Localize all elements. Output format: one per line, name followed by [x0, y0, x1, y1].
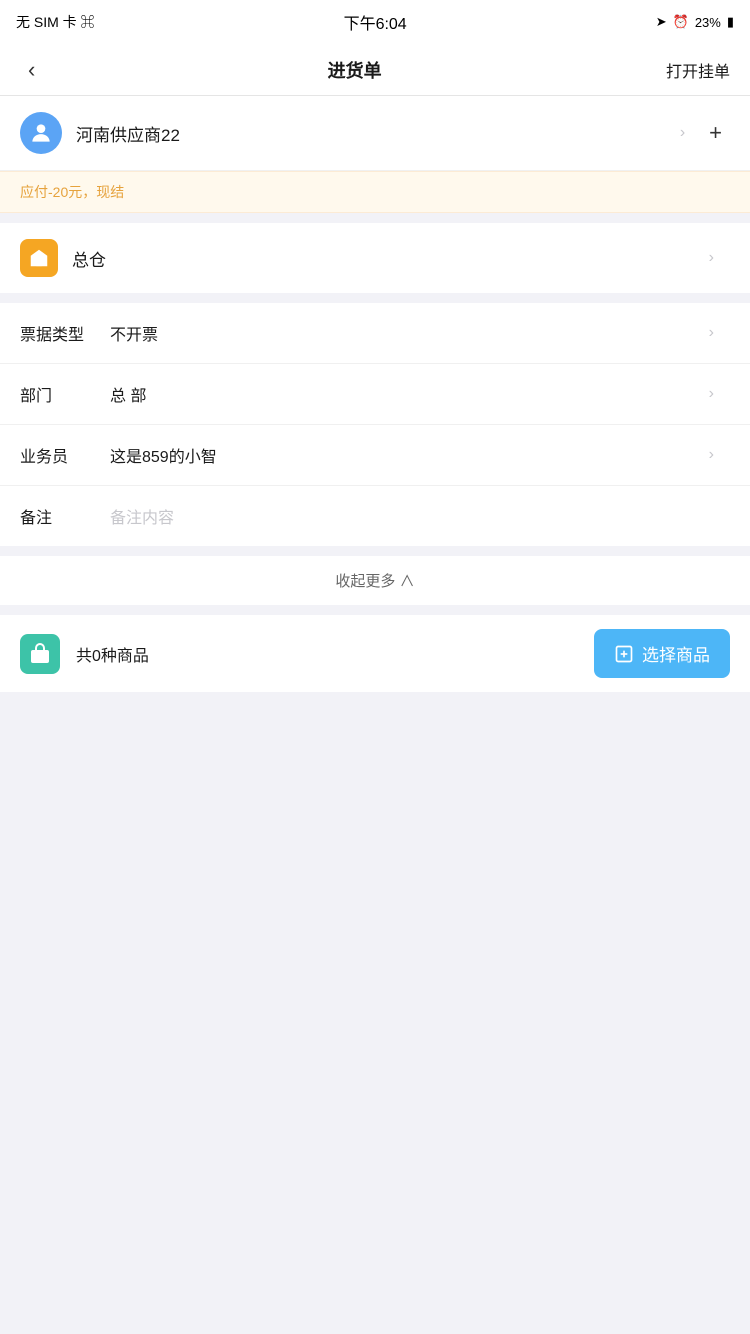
status-bar: 无 SIM 卡 ⌘ 下午6:04 ➤ ⏰ 23% ▮	[0, 0, 750, 44]
status-carrier: 无 SIM 卡 ⌘	[16, 12, 95, 32]
location-icon: ➤	[656, 14, 667, 30]
status-time: 下午6:04	[344, 10, 407, 34]
page-title: 进货单	[328, 57, 382, 83]
warehouse-chevron-icon: ›	[709, 249, 714, 267]
salesperson-value: 这是859的小智	[110, 443, 709, 467]
warehouse-card: 总仓 ›	[0, 223, 750, 293]
battery-label: 23%	[695, 15, 721, 30]
form-section: 票据类型 不开票 › 部门 总 部 › 业务员 这是859的小智 › 备注 备注…	[0, 303, 750, 546]
bottom-bar: 共0种商品 选择商品	[0, 615, 750, 692]
back-button[interactable]: ‹	[20, 49, 43, 91]
salesperson-chevron-icon: ›	[709, 446, 714, 464]
nav-bar: ‹ 进货单 打开挂单	[0, 44, 750, 96]
status-icons: ➤ ⏰ 23% ▮	[656, 14, 734, 30]
add-supplier-button[interactable]: +	[701, 116, 730, 150]
empty-area	[0, 692, 750, 972]
invoice-type-label: 票据类型	[20, 321, 100, 345]
supplier-notice: 应付-20元，现结	[0, 171, 750, 213]
supplier-avatar	[20, 112, 62, 154]
invoice-type-chevron-icon: ›	[709, 324, 714, 342]
supplier-chevron-icon: ›	[680, 124, 685, 142]
battery-icon: ▮	[727, 14, 734, 30]
department-chevron-icon: ›	[709, 385, 714, 403]
remark-label: 备注	[20, 504, 100, 528]
salesperson-label: 业务员	[20, 443, 100, 467]
warehouse-icon	[20, 239, 58, 277]
supplier-card: 河南供应商22 › + 应付-20元，现结	[0, 96, 750, 213]
select-product-button[interactable]: 选择商品	[594, 629, 730, 678]
content-area: 河南供应商22 › + 应付-20元，现结 总仓 › 票据类型 不开票 › 部门	[0, 96, 750, 972]
invoice-type-row[interactable]: 票据类型 不开票 ›	[0, 303, 750, 364]
product-icon	[20, 634, 60, 674]
salesperson-row[interactable]: 业务员 这是859的小智 ›	[0, 425, 750, 486]
warehouse-name: 总仓	[72, 246, 709, 271]
department-value: 总 部	[110, 382, 709, 406]
select-product-label: 选择商品	[642, 641, 710, 666]
supplier-row[interactable]: 河南供应商22 › +	[0, 96, 750, 171]
remark-row[interactable]: 备注 备注内容	[0, 486, 750, 546]
open-pending-button[interactable]: 打开挂单	[666, 58, 730, 82]
product-count-label: 共0种商品	[76, 642, 578, 666]
remark-input[interactable]: 备注内容	[110, 504, 730, 528]
collapse-more-button[interactable]: 收起更多 ∧	[0, 556, 750, 605]
invoice-type-value: 不开票	[110, 321, 709, 345]
supplier-name: 河南供应商22	[76, 121, 680, 146]
warehouse-row[interactable]: 总仓 ›	[0, 223, 750, 293]
department-label: 部门	[20, 382, 100, 406]
department-row[interactable]: 部门 总 部 ›	[0, 364, 750, 425]
alarm-icon: ⏰	[673, 14, 689, 30]
